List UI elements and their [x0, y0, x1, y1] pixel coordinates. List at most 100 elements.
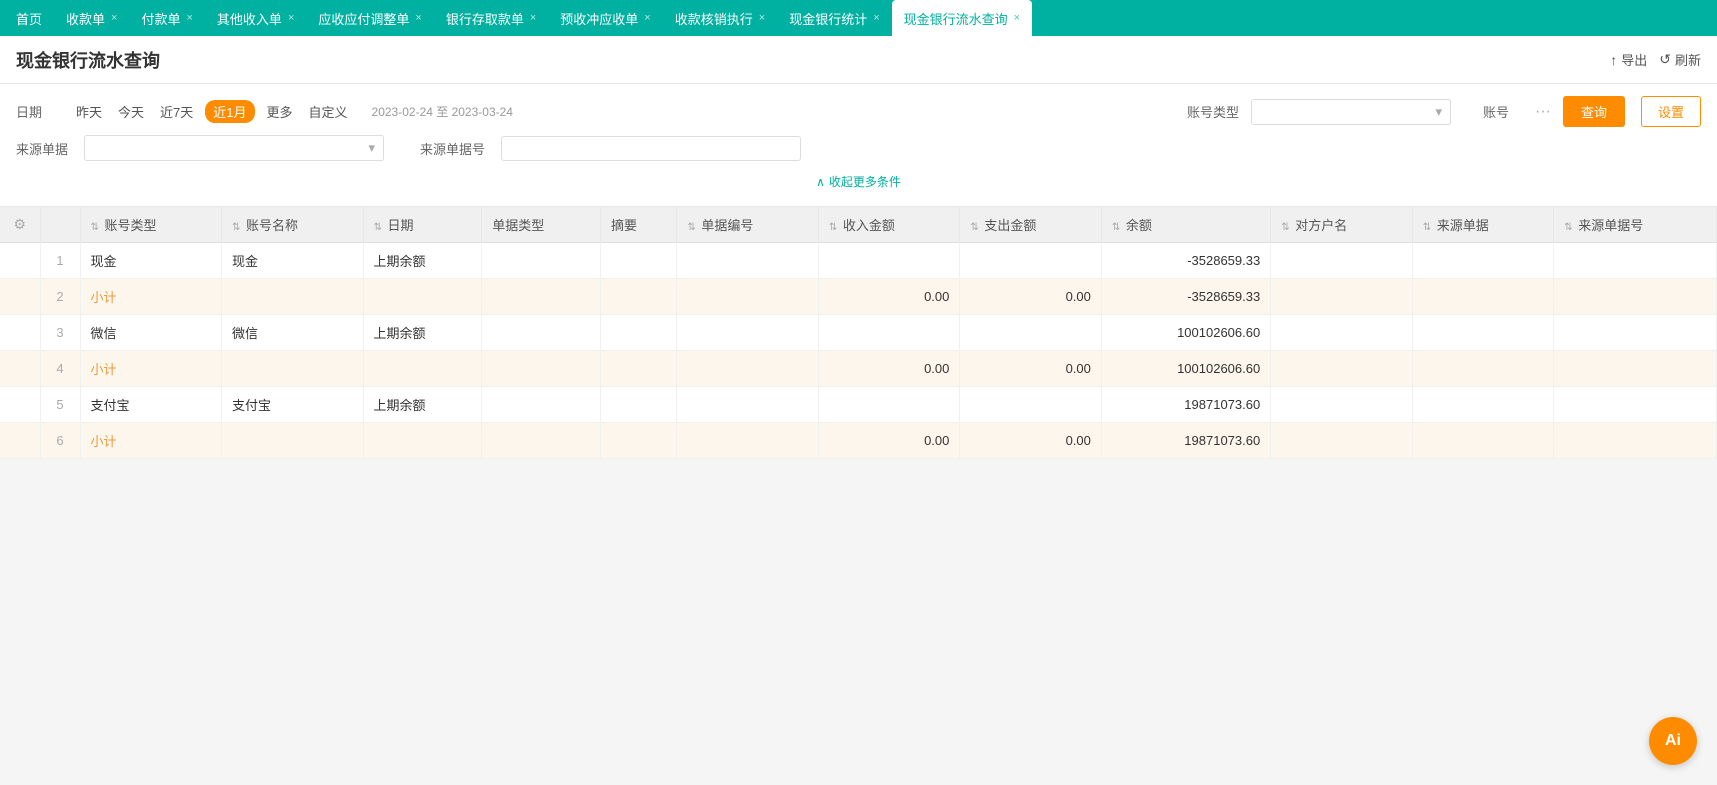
nav-prepay-offset[interactable]: 预收冲应收单 × — [548, 0, 662, 36]
gear-icon[interactable]: ⚙ — [13, 216, 26, 232]
filter-area: 日期 昨天 今天 近7天 近1月 更多 自定义 2023-02-24 至 202… — [0, 84, 1717, 207]
date-shortcut-custom[interactable]: 自定义 — [305, 100, 352, 123]
nav-bank-deposit[interactable]: 银行存取款单 × — [434, 0, 548, 36]
table-row[interactable]: 2小计0.000.00-3528659.33 — [0, 279, 1717, 315]
query-button[interactable]: 查询 — [1563, 96, 1625, 127]
td-counterparty — [1271, 387, 1413, 423]
td-balance: 100102606.60 — [1101, 315, 1270, 351]
td-account-type: 支付宝 — [80, 387, 222, 423]
th-counterparty[interactable]: ⇅ 对方户名 — [1271, 207, 1413, 243]
td-date — [363, 423, 482, 459]
th-doc-num[interactable]: ⇅ 单据编号 — [677, 207, 819, 243]
th-source-doc[interactable]: ⇅ 来源单据 — [1412, 207, 1554, 243]
td-balance: -3528659.33 — [1101, 279, 1270, 315]
date-shortcut-yesterday[interactable]: 昨天 — [72, 100, 106, 123]
date-shortcut-more[interactable]: 更多 — [263, 100, 297, 123]
td-summary — [600, 387, 676, 423]
td-source-doc — [1412, 279, 1554, 315]
date-shortcut-7days[interactable]: 近7天 — [156, 100, 197, 123]
th-source-doc-num[interactable]: ⇅ 来源单据号 — [1554, 207, 1717, 243]
refresh-icon: ↺ — [1659, 51, 1671, 68]
td-row-num: 2 — [40, 279, 80, 315]
nav-receipt-exec[interactable]: 收款核销执行 × — [663, 0, 777, 36]
close-icon[interactable]: × — [111, 12, 117, 24]
close-icon[interactable]: × — [288, 12, 294, 24]
page-title: 现金银行流水查询 — [16, 47, 160, 73]
td-doc-num — [677, 315, 819, 351]
close-icon[interactable]: × — [415, 12, 421, 24]
nav-other-income[interactable]: 其他收入单 × — [205, 0, 306, 36]
date-range-display: 2023-02-24 至 2023-03-24 — [372, 103, 513, 120]
table-row[interactable]: 3微信微信上期余额100102606.60 — [0, 315, 1717, 351]
td-income — [818, 243, 960, 279]
th-settings[interactable]: ⚙ — [0, 207, 40, 243]
export-button[interactable]: ↑ 导出 — [1610, 50, 1647, 69]
td-doc-type — [482, 315, 601, 351]
td-settings — [0, 243, 40, 279]
td-income: 0.00 — [818, 279, 960, 315]
th-expense[interactable]: ⇅ 支出金额 — [960, 207, 1102, 243]
th-date[interactable]: ⇅ 日期 — [363, 207, 482, 243]
close-icon[interactable]: × — [1014, 12, 1020, 24]
table-row[interactable]: 1现金现金上期余额-3528659.33 — [0, 243, 1717, 279]
table-row[interactable]: 5支付宝支付宝上期余额19871073.60 — [0, 387, 1717, 423]
nav-payment[interactable]: 付款单 × — [129, 0, 204, 36]
table-row[interactable]: 6小计0.000.0019871073.60 — [0, 423, 1717, 459]
th-account-type[interactable]: ⇅ 账号类型 — [80, 207, 222, 243]
account-ellipsis[interactable]: ··· — [1535, 103, 1551, 121]
collapse-bar[interactable]: ∧ 收起更多条件 — [16, 169, 1701, 194]
td-source-doc — [1412, 351, 1554, 387]
chevron-down-icon: ▾ — [368, 140, 375, 156]
td-expense — [960, 243, 1102, 279]
nav-cash-bank-stat[interactable]: 现金银行统计 × — [777, 0, 891, 36]
nav-receipt[interactable]: 收款单 × — [54, 0, 129, 36]
td-summary — [600, 243, 676, 279]
td-counterparty — [1271, 423, 1413, 459]
th-doc-type: 单据类型 — [482, 207, 601, 243]
th-income[interactable]: ⇅ 收入金额 — [818, 207, 960, 243]
nav-home[interactable]: 首页 — [4, 0, 54, 36]
refresh-button[interactable]: ↺ 刷新 — [1659, 50, 1701, 69]
td-doc-type — [482, 387, 601, 423]
close-icon[interactable]: × — [644, 12, 650, 24]
nav-ar-ap-adjust[interactable]: 应收应付调整单 × — [306, 0, 433, 36]
th-account-name[interactable]: ⇅ 账号名称 — [222, 207, 364, 243]
source-doc-select[interactable]: ▾ — [84, 135, 384, 161]
close-icon[interactable]: × — [759, 12, 765, 24]
date-shortcut-today[interactable]: 今天 — [114, 100, 148, 123]
table-row[interactable]: 4小计0.000.00100102606.60 — [0, 351, 1717, 387]
sort-icon: ⇅ — [970, 222, 978, 233]
th-summary: 摘要 — [600, 207, 676, 243]
td-account-name — [222, 279, 364, 315]
td-source-doc-num — [1554, 423, 1717, 459]
td-counterparty — [1271, 315, 1413, 351]
source-doc-num-input[interactable] — [501, 136, 801, 161]
td-source-doc-num — [1554, 351, 1717, 387]
source-doc-label: 来源单据 — [16, 139, 68, 158]
ai-badge[interactable]: Ai — [1649, 717, 1697, 765]
table-container: ⚙ ⇅ 账号类型 ⇅ 账号名称 ⇅ 日期 单据类型 — [0, 207, 1717, 459]
td-account-type: 小计 — [80, 279, 222, 315]
nav-cash-bank-flow[interactable]: 现金银行流水查询 × — [892, 0, 1032, 36]
settings-button[interactable]: 设置 — [1641, 96, 1701, 127]
td-account-name: 现金 — [222, 243, 364, 279]
td-summary — [600, 315, 676, 351]
close-icon[interactable]: × — [186, 12, 192, 24]
td-doc-num — [677, 351, 819, 387]
td-row-num: 6 — [40, 423, 80, 459]
collapse-label: 收起更多条件 — [829, 173, 901, 190]
collapse-up-icon: ∧ — [816, 175, 825, 189]
sort-icon: ⇅ — [1423, 222, 1431, 233]
td-income: 0.00 — [818, 423, 960, 459]
td-doc-type — [482, 243, 601, 279]
date-shortcut-1month[interactable]: 近1月 — [205, 100, 254, 123]
th-balance[interactable]: ⇅ 余额 — [1101, 207, 1270, 243]
sort-icon: ⇅ — [1281, 222, 1289, 233]
td-source-doc-num — [1554, 387, 1717, 423]
close-icon[interactable]: × — [530, 12, 536, 24]
account-type-select[interactable]: ▾ — [1251, 99, 1451, 125]
close-icon[interactable]: × — [873, 12, 879, 24]
td-source-doc-num — [1554, 315, 1717, 351]
td-date: 上期余额 — [363, 243, 482, 279]
td-source-doc-num — [1554, 279, 1717, 315]
